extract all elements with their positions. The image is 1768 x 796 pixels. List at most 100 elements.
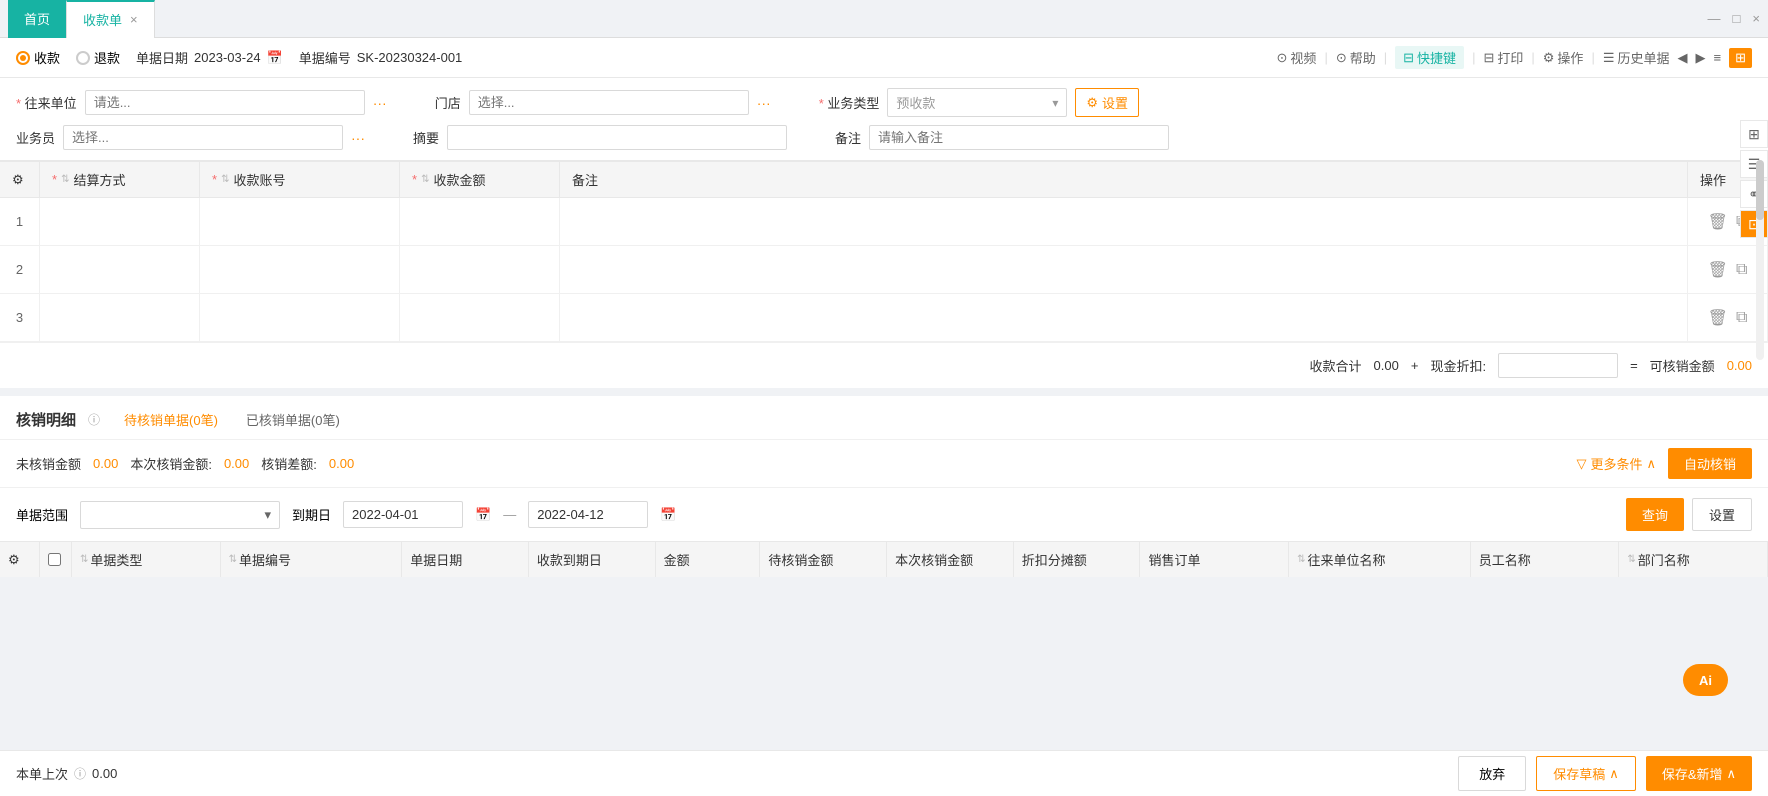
salesperson-more-icon[interactable]: ··· [351,130,365,146]
bth-pending-amount: 待核销金额 [760,542,887,577]
remark-label: 备注 [572,170,598,189]
scroll-indicator[interactable] [1756,160,1764,360]
cell-amount-2[interactable] [400,246,560,293]
close-icon[interactable]: × [130,12,138,27]
cell-amount-3[interactable] [400,294,560,341]
summary-row: 收款合计 0.00 + 现金折扣: = 可核销金额 0.00 [0,342,1768,388]
more-conditions-button[interactable]: ▽ 更多条件 ∧ [1576,454,1656,473]
query-button[interactable]: 查询 [1626,498,1684,531]
current-value: 0.00 [224,456,249,471]
toolbar-video[interactable]: ⊙ 视频 [1277,48,1317,67]
bth-type: ⇅ 单据类型 [72,542,221,577]
sidebar-table-icon[interactable]: ⊞ [1740,120,1768,148]
bth-checkbox[interactable] [40,542,72,577]
toolbar-list-view[interactable]: ≡ [1714,50,1722,65]
discard-button[interactable]: 放弃 [1458,756,1526,791]
gear-icon: ⚙ [1086,95,1098,111]
total-value: 0.00 [1374,358,1399,373]
tab-done[interactable]: 已核销单据(0笔) [234,408,352,431]
equal-sign: = [1630,358,1638,373]
calendar-from-icon[interactable]: 📅 [475,507,491,523]
bth-dept: ⇅ 部门名称 [1619,542,1768,577]
tab-home[interactable]: 首页 [8,0,66,38]
done-tab-label: 已核销单据(0笔) [246,413,340,428]
cell-amount-1[interactable] [400,198,560,245]
radio-refund[interactable]: 退款 [76,48,120,67]
chevron-up-icon: ∧ [1609,766,1619,782]
range-select[interactable]: ▾ [80,501,280,529]
business-type-select[interactable]: 预收款 ▾ [887,88,1067,117]
toolbar-print[interactable]: ⊟ 打印 [1483,48,1523,67]
counterparty-label: 往来单位 [16,93,77,112]
date-to-input[interactable] [528,501,648,528]
cell-settlement-2[interactable] [40,246,200,293]
remarks-input[interactable] [869,125,1169,150]
cell-settlement-1[interactable] [40,198,200,245]
tab-home-label: 首页 [24,9,50,28]
radio-collection[interactable]: 收款 [16,48,60,67]
toolbar-help[interactable]: ⊙ 帮助 [1336,48,1376,67]
cell-account-3[interactable] [200,294,400,341]
delete-icon[interactable]: 🗑 [1708,260,1728,280]
table-row: 2 🗑 ⧉ [0,246,1768,294]
summary-input[interactable] [447,125,787,150]
toolbar-nav-left[interactable]: ◀ [1678,50,1688,66]
payment-type-radio: 收款 退款 [16,48,120,67]
calendar-icon[interactable]: 📅 [267,50,283,66]
copy-icon[interactable]: ⧉ [1736,261,1747,279]
toolbar-nav-right[interactable]: ▶ [1696,50,1706,66]
toolbar-history[interactable]: ☰ 历史单据 [1603,48,1670,67]
close-window-button[interactable]: × [1752,11,1760,26]
radio-circle-refund [76,51,90,65]
discount-input[interactable] [1498,353,1618,378]
copy-icon[interactable]: ⧉ [1736,309,1747,327]
col-amount-header: ⇅ 收款金额 [400,162,560,197]
sort-icon: ⇅ [221,174,229,185]
filter-settings-button[interactable]: 设置 [1692,498,1752,531]
cell-account-1[interactable] [200,198,400,245]
diff-label: 核销差额: [261,454,317,473]
business-type-label: 业务类型 [819,93,880,112]
footer-buttons: 放弃 保存草稿 ∧ 保存&新增 ∧ [1458,756,1752,791]
shop-input[interactable] [469,90,749,115]
form-row-2: 业务员 ··· 摘要 备注 [16,125,1752,150]
counterparty-more-icon[interactable]: ··· [373,95,387,111]
toolbar-grid-view[interactable]: ⊞ [1729,48,1752,68]
cell-remark-3[interactable] [560,294,1688,341]
date-from-input[interactable] [343,501,463,528]
col-employee-label: 员工名称 [1479,550,1531,569]
footer: 本单上次 ⓘ 0.00 放弃 保存草稿 ∧ 保存&新增 ∧ [0,750,1768,796]
select-all-checkbox[interactable] [48,553,61,566]
date-value[interactable]: 2023-03-24 [194,50,261,65]
bth-employee: 员工名称 [1471,542,1620,577]
save-draft-label: 保存草稿 [1553,764,1605,783]
bth-counterparty: ⇅ 往来单位名称 [1289,542,1471,577]
toolbar-shortcut[interactable]: ⊟ 快捷键 [1395,46,1464,69]
bth-amount: 金额 [656,542,761,577]
salesperson-input[interactable] [63,125,343,150]
settings-button[interactable]: ⚙ 设置 [1075,88,1139,117]
cell-remark-1[interactable] [560,198,1688,245]
auto-reconcile-button[interactable]: 自动核销 [1668,448,1752,479]
col-settings-header[interactable]: ⚙ [0,162,40,197]
delete-icon[interactable]: 🗑 [1708,308,1728,328]
delete-icon[interactable]: 🗑 [1708,212,1728,232]
toolbar-shortcut-label: 快捷键 [1417,48,1456,67]
toolbar-help-label: 帮助 [1350,48,1376,67]
save-new-button[interactable]: 保存&新增 ∧ [1646,756,1752,791]
ai-badge[interactable]: Ai [1683,664,1728,696]
date-range-dash: — [503,507,516,522]
minimize-button[interactable]: — [1708,11,1721,26]
tab-pending[interactable]: 待核销单据(0笔) [112,408,230,431]
cell-remark-2[interactable] [560,246,1688,293]
toolbar-operation[interactable]: ⚙ 操作 [1543,48,1584,67]
cell-settlement-3[interactable] [40,294,200,341]
bth-settings[interactable]: ⚙ [0,542,40,577]
counterparty-input[interactable] [85,90,365,115]
save-draft-button[interactable]: 保存草稿 ∧ [1536,756,1636,791]
calendar-to-icon[interactable]: 📅 [660,507,676,523]
tab-collection[interactable]: 收款单 × [66,0,155,38]
cell-account-2[interactable] [200,246,400,293]
shop-more-icon[interactable]: ··· [757,95,771,111]
maximize-button[interactable]: □ [1733,11,1741,26]
